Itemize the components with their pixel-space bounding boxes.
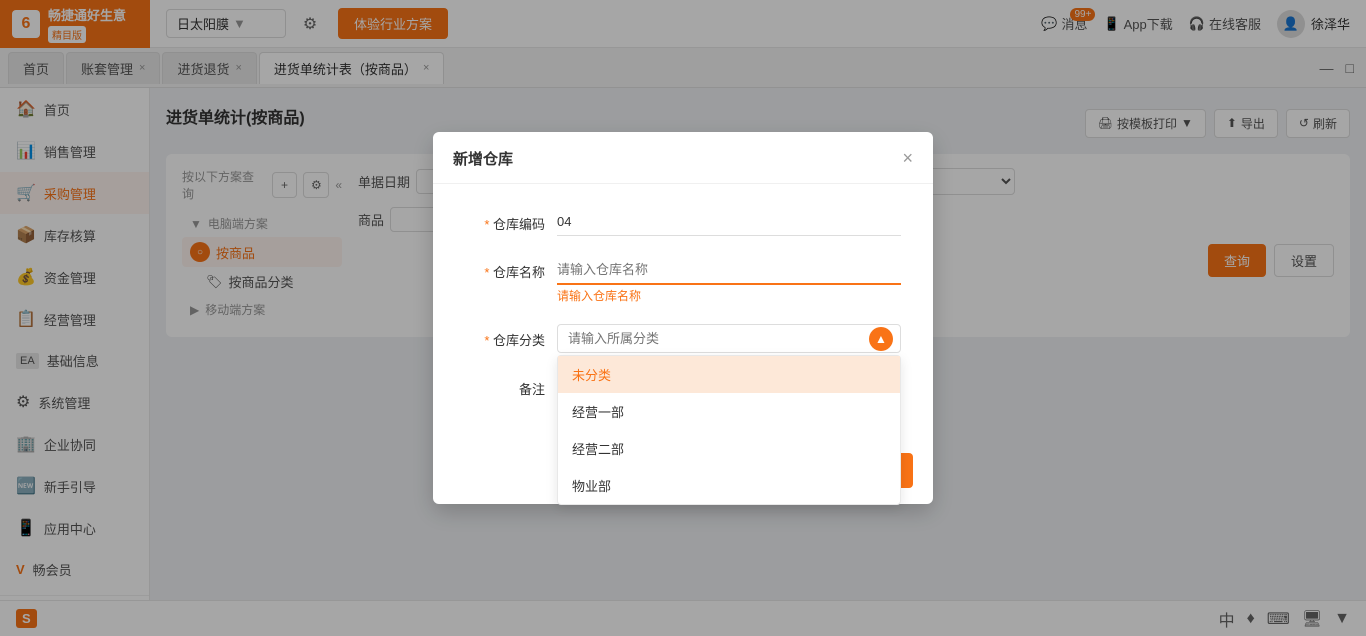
dropdown-item-dept1[interactable]: 经营一部 (558, 393, 900, 430)
code-field (557, 208, 901, 236)
category-up-btn[interactable]: ▲ (869, 327, 893, 351)
dialog-body: 仓库编码 仓库名称 请输入仓库名称 仓库分类 ▲ (433, 184, 933, 441)
dropdown-item-dept3[interactable]: 物业部 (558, 467, 900, 504)
dialog-title: 新增仓库 (453, 148, 513, 169)
form-row-category: 仓库分类 ▲ 未分类 经营一部 经营二部 物业部 (465, 324, 901, 353)
form-row-name: 仓库名称 请输入仓库名称 (465, 256, 901, 304)
dropdown-item-uncategorized[interactable]: 未分类 (558, 356, 900, 393)
form-row-code: 仓库编码 (465, 208, 901, 236)
note-label: 备注 (465, 373, 545, 398)
category-input[interactable] (557, 324, 901, 353)
dropdown-item-dept2[interactable]: 经营二部 (558, 430, 900, 467)
name-label: 仓库名称 (465, 256, 545, 281)
name-field: 请输入仓库名称 (557, 256, 901, 304)
code-input[interactable] (557, 208, 901, 236)
category-label: 仓库分类 (465, 324, 545, 349)
name-error-msg: 请输入仓库名称 (557, 287, 901, 304)
modal-overlay: 新增仓库 × 仓库编码 仓库名称 请输入仓库名称 仓库分类 (0, 0, 1366, 636)
dialog-header: 新增仓库 × (433, 132, 933, 184)
category-field: ▲ 未分类 经营一部 经营二部 物业部 (557, 324, 901, 353)
new-warehouse-dialog: 新增仓库 × 仓库编码 仓库名称 请输入仓库名称 仓库分类 (433, 132, 933, 504)
code-label: 仓库编码 (465, 208, 545, 233)
category-dropdown: 未分类 经营一部 经营二部 物业部 (557, 355, 901, 505)
name-input[interactable] (557, 256, 901, 285)
dialog-close-btn[interactable]: × (902, 148, 913, 169)
